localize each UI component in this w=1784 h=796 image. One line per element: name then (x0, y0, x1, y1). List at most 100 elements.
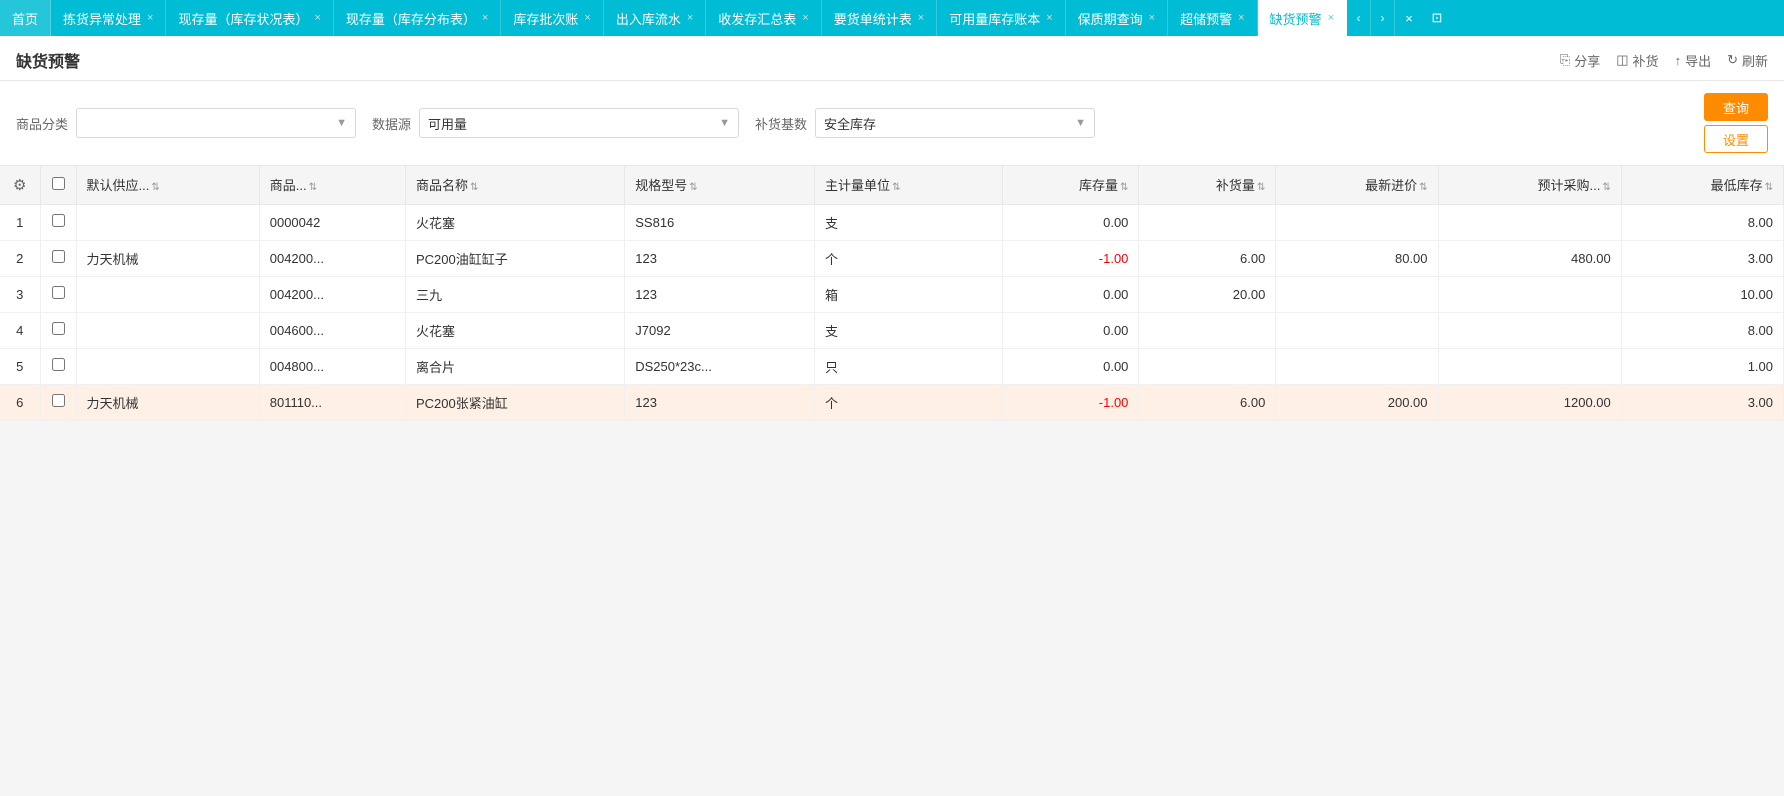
replenish-qty-cell: 6.00 (1139, 240, 1276, 276)
unit-cell: 个 (815, 240, 1002, 276)
share-button[interactable]: ⎘ 分享 (1560, 51, 1600, 70)
export-icon: ↑ (1675, 53, 1682, 68)
unit-cell: 个 (815, 384, 1002, 420)
close-icon[interactable]: × (1328, 12, 1334, 24)
table-body: 1 0000042 火花塞 SS816 支 0.00 8.00 2 力天机械 0… (0, 204, 1784, 420)
tab-label: 要货单统计表 (834, 9, 912, 28)
nav-tab-batch-account[interactable]: 库存批次账 × (501, 0, 603, 36)
min-stock-cell: 8.00 (1621, 312, 1783, 348)
table-row: 6 力天机械 801110... PC200张紧油缸 123 个 -1.00 6… (0, 384, 1784, 420)
est-purchase-cell (1438, 276, 1621, 312)
nav-prev-arrow[interactable]: ‹ (1347, 0, 1371, 36)
page-title: 缺货预警 (16, 48, 80, 72)
category-filter-group: 商品分类 ▼ (16, 108, 356, 138)
tab-label: 现存量（库存分布表） (346, 9, 476, 28)
row-checkbox-cell[interactable] (40, 312, 76, 348)
row-checkbox-cell[interactable] (40, 384, 76, 420)
gear-icon[interactable]: ⚙ (13, 177, 26, 194)
row-checkbox-cell[interactable] (40, 240, 76, 276)
spec-cell: DS250*23c... (625, 348, 815, 384)
category-select[interactable]: ▼ (76, 108, 356, 138)
refresh-button[interactable]: ↻ 刷新 (1727, 51, 1768, 70)
check-col-header[interactable] (40, 166, 76, 204)
min-stock-cell: 3.00 (1621, 240, 1783, 276)
table-row: 1 0000042 火花塞 SS816 支 0.00 8.00 (0, 204, 1784, 240)
sort-icon: ⇅ (309, 182, 317, 193)
replenish-button[interactable]: ◫ 补货 (1616, 51, 1658, 70)
unit-col-header[interactable]: 主计量单位⇅ (815, 166, 1002, 204)
row-checkbox[interactable] (52, 322, 65, 335)
row-number: 1 (0, 204, 40, 240)
window-max-btn[interactable]: ⊡ (1423, 0, 1451, 36)
close-icon[interactable]: × (482, 12, 488, 24)
nav-tab-available-ledger[interactable]: 可用量库存账本 × (937, 0, 1065, 36)
filter-actions: 查询 设置 (1704, 93, 1768, 153)
close-icon[interactable]: × (1149, 12, 1155, 24)
category-label: 商品分类 (16, 114, 68, 133)
row-checkbox-cell[interactable] (40, 276, 76, 312)
unit-cell: 箱 (815, 276, 1002, 312)
refresh-icon: ↻ (1727, 52, 1738, 68)
nav-tab-inout-flow[interactable]: 出入库流水 × (604, 0, 706, 36)
default-supplier-cell (76, 312, 259, 348)
nav-tab-inventory-dist[interactable]: 现存量（库存分布表） × (334, 0, 501, 36)
row-checkbox[interactable] (52, 214, 65, 227)
select-all-checkbox[interactable] (52, 177, 65, 190)
default-supplier-col-header[interactable]: 默认供应...⇅ (76, 166, 259, 204)
default-supplier-cell (76, 276, 259, 312)
settings-col-header[interactable]: ⚙ (0, 166, 40, 204)
nav-tab-inventory-status[interactable]: 现存量（库存状况表） × (166, 0, 333, 36)
datasource-label: 数据源 (372, 114, 411, 133)
close-icon[interactable]: × (687, 12, 693, 24)
chevron-down-icon: ▼ (719, 117, 730, 129)
row-checkbox[interactable] (52, 250, 65, 263)
datasource-select[interactable]: 可用量 ▼ (419, 108, 739, 138)
default-supplier-cell (76, 204, 259, 240)
product-name-col-header[interactable]: 商品名称⇅ (406, 166, 625, 204)
row-number: 6 (0, 384, 40, 420)
data-table: ⚙ 默认供应...⇅ 商品...⇅ 商品名称⇅ 规格型号⇅ 主 (0, 166, 1784, 421)
spec-col-header[interactable]: 规格型号⇅ (625, 166, 815, 204)
replenish-base-select[interactable]: 安全库存 ▼ (815, 108, 1095, 138)
close-icon[interactable]: × (314, 12, 320, 24)
table-row: 2 力天机械 004200... PC200油缸缸子 123 个 -1.00 6… (0, 240, 1784, 276)
replenish-qty-cell (1139, 348, 1276, 384)
table-container: ⚙ 默认供应...⇅ 商品...⇅ 商品名称⇅ 规格型号⇅ 主 (0, 166, 1784, 421)
nav-next-arrow[interactable]: › (1371, 0, 1395, 36)
nav-tab-order-stat[interactable]: 要货单统计表 × (822, 0, 937, 36)
row-checkbox-cell[interactable] (40, 204, 76, 240)
nav-tab-abnormal[interactable]: 拣货异常处理 × (51, 0, 166, 36)
export-button[interactable]: ↑ 导出 (1675, 51, 1712, 70)
close-icon[interactable]: × (147, 12, 153, 24)
stock-cell: 0.00 (1002, 204, 1139, 240)
close-icon[interactable]: × (584, 12, 590, 24)
row-checkbox[interactable] (52, 358, 65, 371)
latest-price-col-header[interactable]: 最新进价⇅ (1276, 166, 1438, 204)
nav-tab-shortage[interactable]: 缺货预警 × (1258, 0, 1347, 36)
query-button[interactable]: 查询 (1704, 93, 1768, 121)
min-stock-col-header[interactable]: 最低库存⇅ (1621, 166, 1783, 204)
close-icon[interactable]: × (802, 12, 808, 24)
default-supplier-cell: 力天机械 (76, 240, 259, 276)
replenish-base-label: 补货基数 (755, 114, 807, 133)
est-purchase-col-header[interactable]: 预计采购...⇅ (1438, 166, 1621, 204)
tab-label: 缺货预警 (1270, 9, 1322, 28)
row-checkbox[interactable] (52, 286, 65, 299)
close-icon[interactable]: × (918, 12, 924, 24)
nav-tab-home[interactable]: 首页 (0, 0, 51, 36)
product-code-col-header[interactable]: 商品...⇅ (259, 166, 405, 204)
close-icon[interactable]: × (1046, 12, 1052, 24)
setting-button[interactable]: 设置 (1704, 125, 1768, 153)
close-icon[interactable]: × (1238, 12, 1244, 24)
nav-tab-expiry[interactable]: 保质期查询 × (1066, 0, 1168, 36)
tab-label: 收发存汇总表 (718, 9, 796, 28)
sort-icon: ⇅ (892, 182, 900, 193)
sort-icon: ⇅ (470, 182, 478, 193)
replenish-qty-col-header[interactable]: 补货量⇅ (1139, 166, 1276, 204)
row-checkbox-cell[interactable] (40, 348, 76, 384)
window-close-btn[interactable]: × (1395, 0, 1423, 36)
row-checkbox[interactable] (52, 394, 65, 407)
nav-tab-recv-summary[interactable]: 收发存汇总表 × (706, 0, 821, 36)
nav-tab-overstock[interactable]: 超储预警 × (1168, 0, 1257, 36)
stock-col-header[interactable]: 库存量⇅ (1002, 166, 1139, 204)
